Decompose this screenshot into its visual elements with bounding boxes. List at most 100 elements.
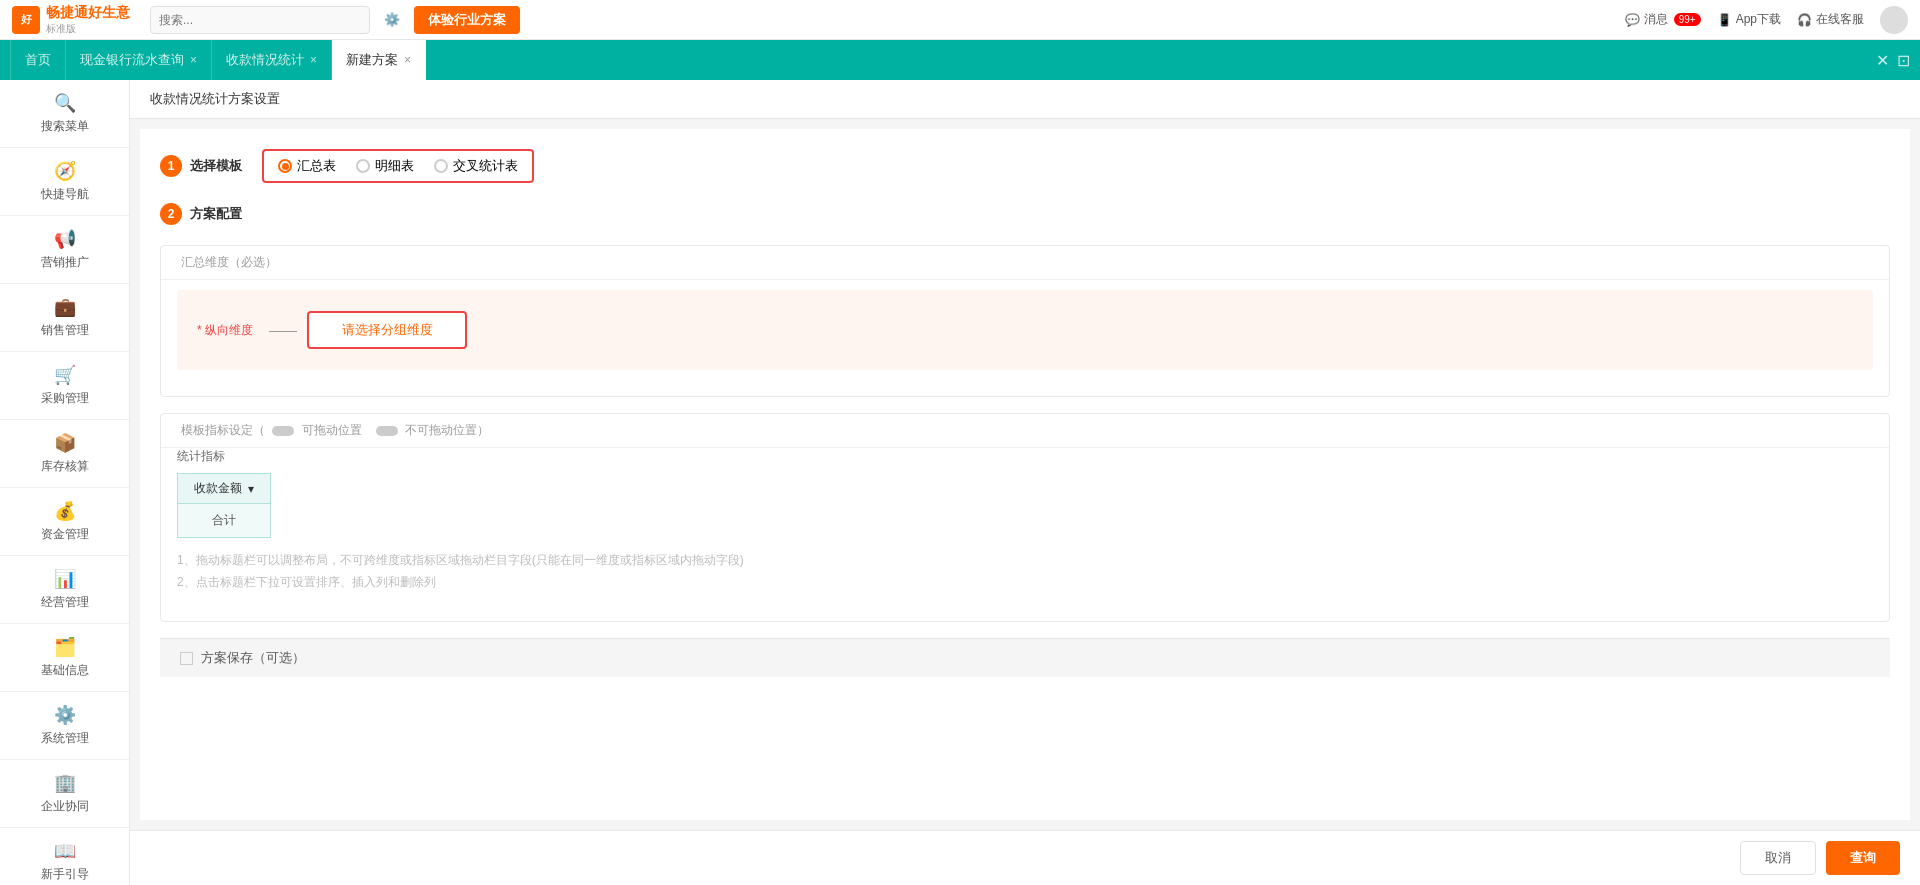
main-card: 1 选择模板 汇总表 明细表 交叉统计表 [140, 129, 1910, 820]
sidebar-item-guide-label: 新手引导 [41, 866, 89, 883]
tab-home[interactable]: 首页 [10, 40, 66, 80]
trial-button[interactable]: 体验行业方案 [414, 6, 520, 34]
search-bar[interactable] [150, 6, 370, 34]
message-badge: 99+ [1674, 13, 1701, 26]
metrics-config-section: 模板指标设定（ 可拖动位置 不可拖动位置） 统计指标 收款金额 ▾ [160, 413, 1890, 622]
save-checkbox[interactable] [180, 652, 193, 665]
sidebar-item-inventory[interactable]: 📦 库存核算 [0, 420, 129, 488]
tab-cash-bank-label: 现金银行流水查询 [80, 51, 184, 69]
section2-num: 2 [160, 203, 182, 225]
tab-home-label: 首页 [25, 51, 51, 69]
query-button[interactable]: 查询 [1826, 841, 1900, 875]
sidebar-item-nav-label: 快捷导航 [41, 186, 89, 203]
sidebar-item-management[interactable]: 📊 经营管理 [0, 556, 129, 624]
marketing-icon: 📢 [54, 228, 76, 250]
management-icon: 📊 [54, 568, 76, 590]
online-service-button[interactable]: 🎧 在线客服 [1797, 11, 1864, 28]
sidebar-item-basic-info[interactable]: 🗂️ 基础信息 [0, 624, 129, 692]
sidebar-item-nav[interactable]: 🧭 快捷导航 [0, 148, 129, 216]
sidebar-item-basic-info-label: 基础信息 [41, 662, 89, 679]
sidebar-item-search-label: 搜索菜单 [41, 118, 89, 135]
logo-text: 畅捷通好生意 [46, 4, 130, 22]
main-layout: 🔍 搜索菜单 🧭 快捷导航 📢 营销推广 💼 销售管理 🛒 采购管理 📦 库存核… [0, 80, 1920, 885]
sidebar-item-sales[interactable]: 💼 销售管理 [0, 284, 129, 352]
toggle-nondraggable[interactable] [376, 426, 398, 436]
sidebar-item-inventory-label: 库存核算 [41, 458, 89, 475]
maximize-icon[interactable]: ⊡ [1897, 51, 1910, 70]
sidebar-item-finance[interactable]: 💰 资金管理 [0, 488, 129, 556]
top-bar: 好 畅捷通好生意 标准版 ⚙️ 体验行业方案 💬 消息 99+ 📱 App下载 … [0, 0, 1920, 40]
template-radio-group: 汇总表 明细表 交叉统计表 [262, 149, 534, 183]
metrics-label: 统计指标 [177, 448, 1873, 465]
download-icon: 📱 [1717, 13, 1732, 27]
logo-icon: 好 [12, 6, 40, 34]
radio-summary-label: 汇总表 [297, 157, 336, 175]
guide-icon: 📖 [54, 840, 76, 862]
app-download-button[interactable]: 📱 App下载 [1717, 11, 1781, 28]
tab-cash-bank-close[interactable]: × [190, 53, 197, 67]
logo: 好 畅捷通好生意 标准版 [12, 4, 142, 36]
metrics-col-amount: 收款金额 ▾ 合计 [177, 473, 271, 538]
sales-icon: 💼 [54, 296, 76, 318]
save-label: 方案保存（可选） [201, 649, 305, 667]
tab-cash-bank[interactable]: 现金银行流水查询 × [66, 40, 212, 80]
nav-icon: 🧭 [54, 160, 76, 182]
save-option-footer: 方案保存（可选） [160, 638, 1890, 677]
sidebar-item-management-label: 经营管理 [41, 594, 89, 611]
dimension-config-section: 汇总维度（必选） * 纵向维度 —— 请选择分组维度 [160, 245, 1890, 397]
radio-summary[interactable]: 汇总表 [278, 157, 336, 175]
tab-new-plan-close[interactable]: × [404, 53, 411, 67]
sidebar-item-guide[interactable]: 📖 新手引导 [0, 828, 129, 885]
cancel-button[interactable]: 取消 [1740, 841, 1816, 875]
logo-sub: 标准版 [46, 22, 130, 36]
dimension-label: * 纵向维度 [197, 322, 253, 339]
tab-receipt-stats-close[interactable]: × [310, 53, 317, 67]
nav-tabs: 首页 现金银行流水查询 × 收款情况统计 × 新建方案 × ✕ ⊡ [0, 40, 1920, 80]
toggle-draggable[interactable] [272, 426, 294, 436]
hint2: 2、点击标题栏下拉可设置排序、插入列和删除列 [177, 572, 1873, 594]
tab-new-plan[interactable]: 新建方案 × [332, 40, 426, 80]
page-title: 收款情况统计方案设置 [150, 91, 280, 106]
hint-section: 1、拖动标题栏可以调整布局，不可跨维度或指标区域拖动栏目字段(只能在同一维度或指… [161, 538, 1889, 605]
radio-detail-circle [356, 159, 370, 173]
search-input[interactable] [159, 13, 361, 27]
sidebar-item-system[interactable]: ⚙️ 系统管理 [0, 692, 129, 760]
section-template: 1 选择模板 汇总表 明细表 交叉统计表 [160, 149, 1890, 183]
hint1: 1、拖动标题栏可以调整布局，不可跨维度或指标区域拖动栏目字段(只能在同一维度或指… [177, 550, 1873, 572]
finance-icon: 💰 [54, 500, 76, 522]
sidebar-item-search[interactable]: 🔍 搜索菜单 [0, 80, 129, 148]
sidebar-item-cooperation[interactable]: 🏢 企业协同 [0, 760, 129, 828]
dimension-arrow: —— [269, 322, 297, 338]
sidebar-item-purchase[interactable]: 🛒 采购管理 [0, 352, 129, 420]
user-avatar[interactable] [1880, 6, 1908, 34]
sidebar-item-purchase-label: 采购管理 [41, 390, 89, 407]
section2-label: 方案配置 [190, 205, 242, 223]
radio-cross[interactable]: 交叉统计表 [434, 157, 518, 175]
tab-receipt-stats-label: 收款情况统计 [226, 51, 304, 69]
metrics-tag-arrow: ▾ [248, 482, 254, 496]
tab-receipt-stats[interactable]: 收款情况统计 × [212, 40, 332, 80]
sidebar-item-sales-label: 销售管理 [41, 322, 89, 339]
section1-num: 1 [160, 155, 182, 177]
message-button[interactable]: 💬 消息 99+ [1625, 11, 1701, 28]
sidebar-item-marketing-label: 营销推广 [41, 254, 89, 271]
dimension-area: * 纵向维度 —— 请选择分组维度 [177, 290, 1873, 370]
tab-new-plan-label: 新建方案 [346, 51, 398, 69]
close-window-icon[interactable]: ✕ [1876, 51, 1889, 70]
sidebar-item-marketing[interactable]: 📢 营销推广 [0, 216, 129, 284]
dimension-select[interactable]: 请选择分组维度 [307, 311, 467, 349]
sidebar: 🔍 搜索菜单 🧭 快捷导航 📢 营销推广 💼 销售管理 🛒 采购管理 📦 库存核… [0, 80, 130, 885]
page-header: 收款情况统计方案设置 [130, 80, 1920, 119]
radio-detail[interactable]: 明细表 [356, 157, 414, 175]
basic-info-icon: 🗂️ [54, 636, 76, 658]
settings-icon[interactable]: ⚙️ [378, 6, 406, 34]
system-icon: ⚙️ [54, 704, 76, 726]
metrics-container: 收款金额 ▾ 合计 [177, 473, 1873, 538]
tab-actions: ✕ ⊡ [1876, 51, 1920, 70]
dimension-config-title: 汇总维度（必选） [161, 246, 1889, 280]
search-menu-icon: 🔍 [54, 92, 76, 114]
bottom-action-bar: 取消 查询 [130, 830, 1920, 885]
metrics-section: 统计指标 收款金额 ▾ 合计 [161, 448, 1889, 538]
metrics-tag-amount[interactable]: 收款金额 ▾ [177, 473, 271, 504]
purchase-icon: 🛒 [54, 364, 76, 386]
